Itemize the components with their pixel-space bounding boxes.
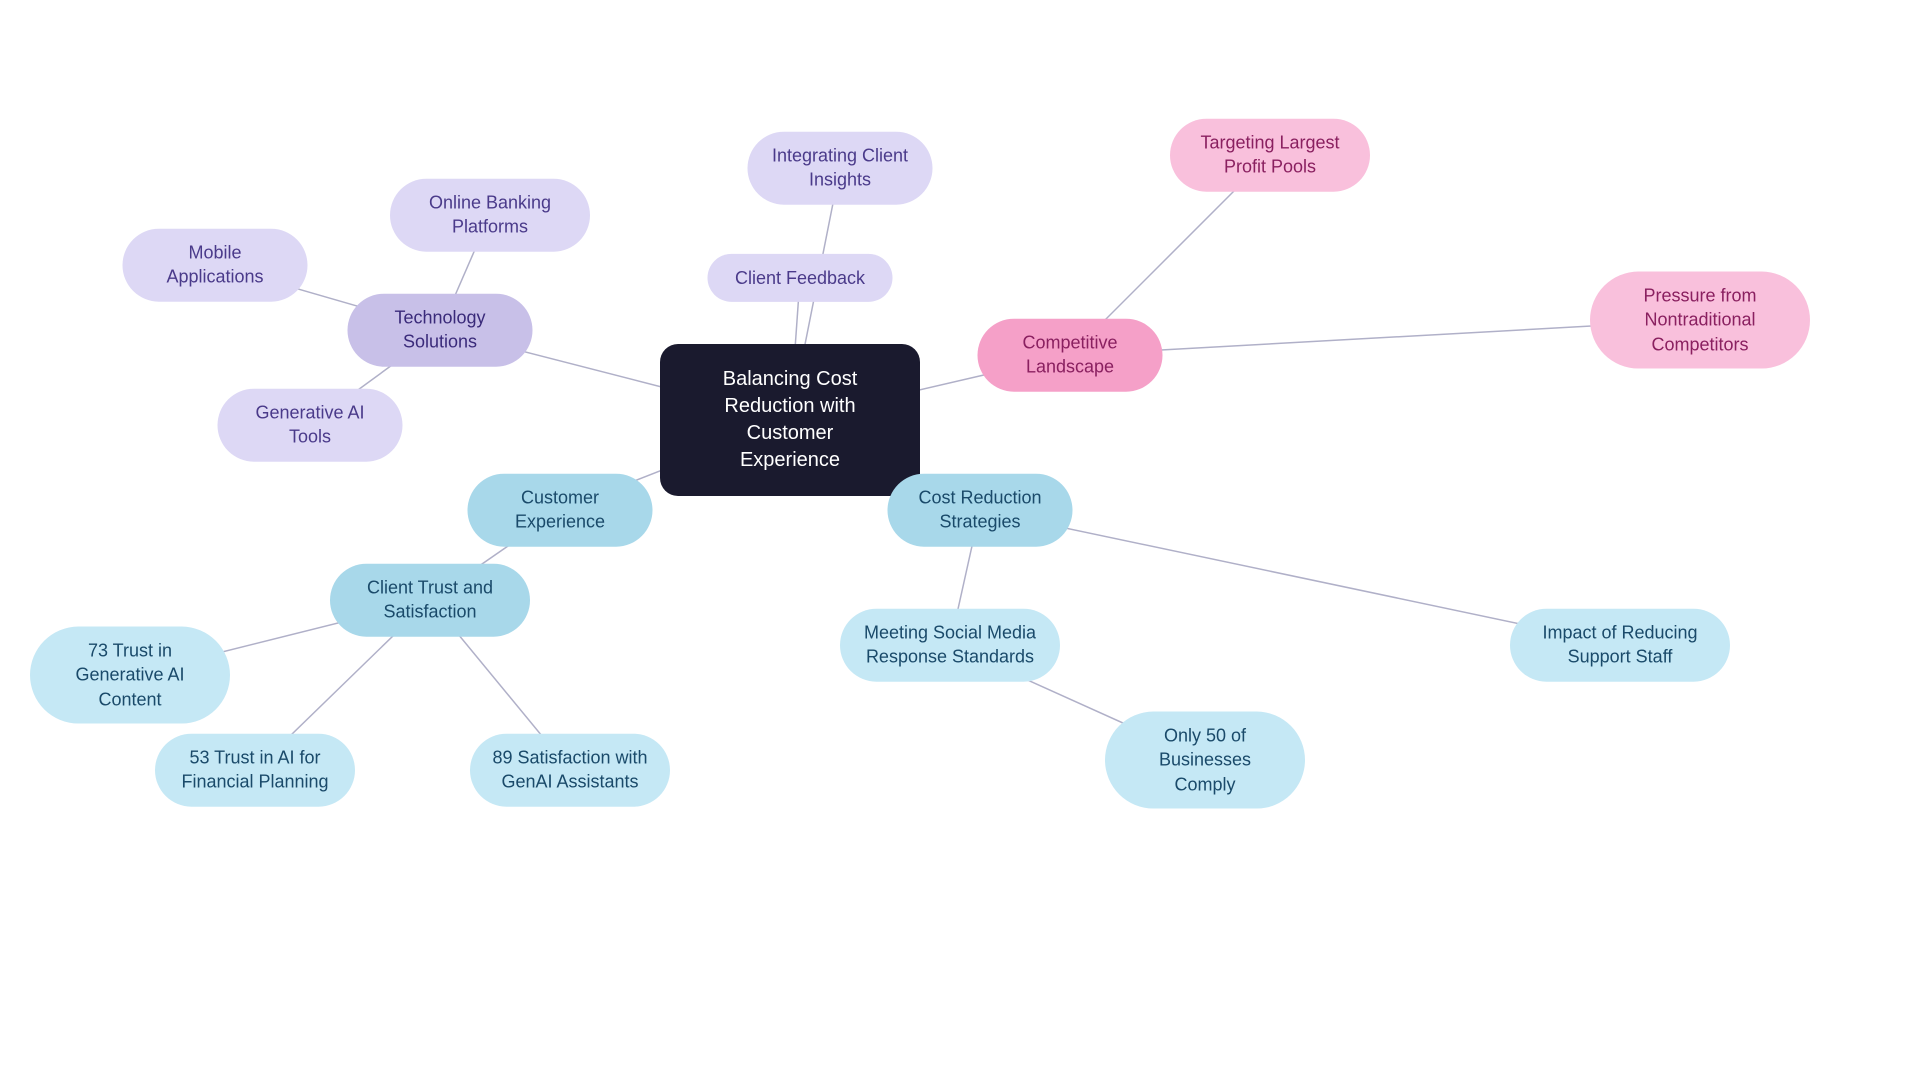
node-pressure[interactable]: Pressure from Nontraditional Competitors (1590, 272, 1810, 369)
node-satisfaction-gen[interactable]: 89 Satisfaction with GenAI Assistants (470, 734, 670, 807)
node-targeting[interactable]: Targeting Largest Profit Pools (1170, 119, 1370, 192)
node-tech-solutions[interactable]: Technology Solutions (348, 294, 533, 367)
node-gen-ai-tools[interactable]: Generative AI Tools (218, 389, 403, 462)
center-node[interactable]: Balancing Cost Reduction with Customer E… (660, 344, 920, 496)
node-integrating[interactable]: Integrating Client Insights (748, 132, 933, 205)
node-meeting-social[interactable]: Meeting Social Media Response Standards (840, 609, 1060, 682)
node-competitive[interactable]: Competitive Landscape (978, 319, 1163, 392)
node-online-banking[interactable]: Online Banking Platforms (390, 179, 590, 252)
node-trust-financial[interactable]: 53 Trust in AI for Financial Planning (155, 734, 355, 807)
node-mobile-apps[interactable]: Mobile Applications (123, 229, 308, 302)
mind-map-canvas: Balancing Cost Reduction with Customer E… (0, 0, 1920, 1083)
node-only-50[interactable]: Only 50 of Businesses Comply (1105, 712, 1305, 809)
node-client-trust[interactable]: Client Trust and Satisfaction (330, 564, 530, 637)
node-impact-support[interactable]: Impact of Reducing Support Staff (1510, 609, 1730, 682)
node-client-feedback[interactable]: Client Feedback (708, 254, 893, 302)
node-cost-reduction[interactable]: Cost Reduction Strategies (888, 474, 1073, 547)
node-trust-gen-ai[interactable]: 73 Trust in Generative AI Content (30, 627, 230, 724)
node-customer-exp[interactable]: Customer Experience (468, 474, 653, 547)
